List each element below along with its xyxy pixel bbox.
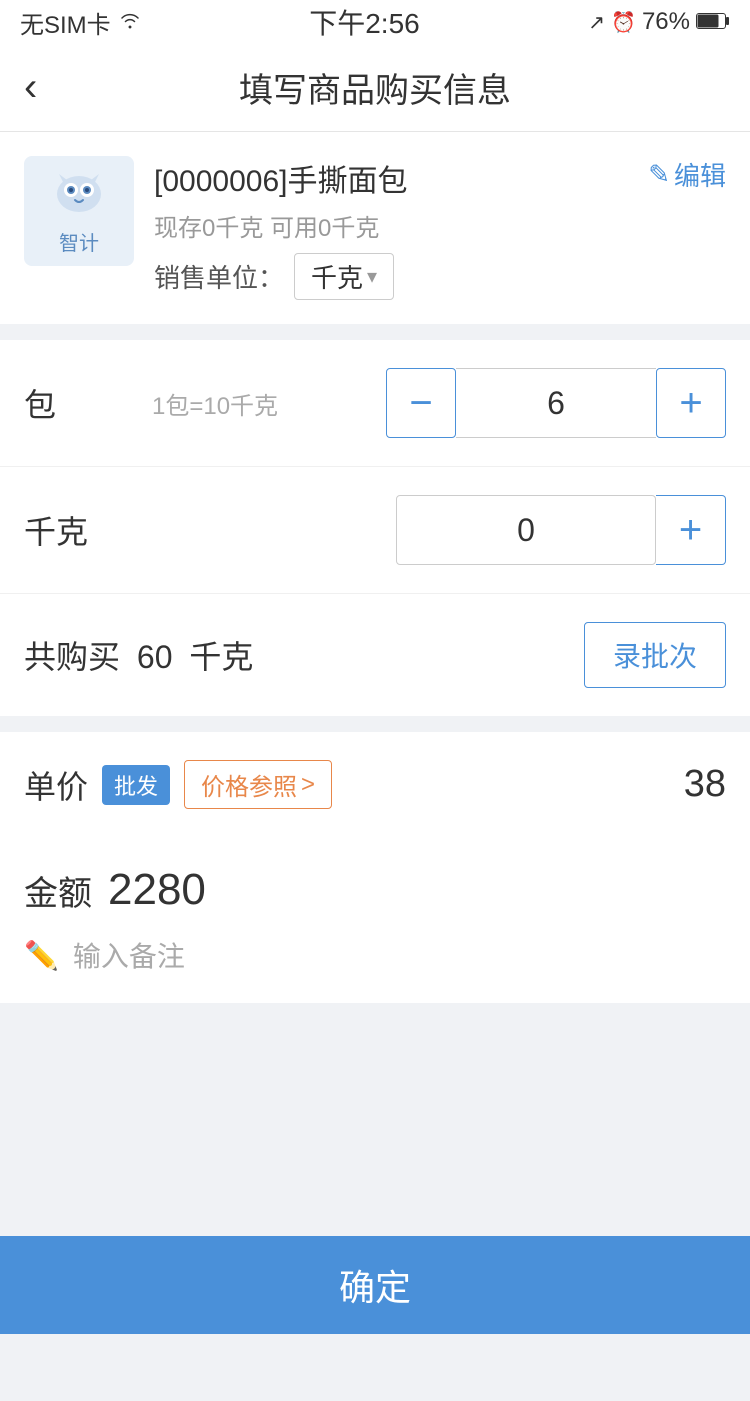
edit-button[interactable]: ✎ 编辑 — [648, 156, 726, 193]
confirm-label: 确定 — [339, 1259, 411, 1311]
total-text: 共购买 60 千克 — [24, 632, 253, 678]
confirm-button[interactable]: 确定 — [0, 1236, 750, 1334]
product-stock: 现存0千克 可用0千克 — [154, 208, 726, 243]
amount-label: 金额 — [24, 866, 92, 915]
location-icon: ↗ — [588, 10, 605, 35]
status-bar: 无SIM卡 下午2:56 ↗ ⏰ 76% — [0, 0, 750, 44]
quantities-section: 包 1包=10千克 − + 千克 + 共购买 60 千克 — [0, 340, 750, 716]
price-row: 单价 批发 价格参照 > 38 — [24, 760, 726, 809]
wifi-icon — [119, 8, 141, 36]
record-batch-label: 录批次 — [613, 641, 697, 672]
status-time: 下午2:56 — [309, 2, 420, 42]
qty-row-kg: 千克 + — [0, 467, 750, 593]
edit-label: 编辑 — [674, 156, 726, 193]
qty-plus-bao[interactable]: + — [656, 368, 726, 438]
product-name: [0000006]手撕面包 — [154, 156, 407, 200]
product-unit-row: 销售单位： 千克 ▾ — [154, 253, 726, 300]
unit-arrow-icon: ▾ — [367, 264, 377, 289]
separator-1 — [0, 716, 750, 732]
product-thumbnail: 智计 — [24, 156, 134, 266]
minus-icon: − — [409, 381, 432, 426]
back-icon: ‹ — [24, 65, 37, 109]
battery-icon — [696, 8, 730, 36]
amount-value: 2280 — [108, 865, 206, 915]
status-left: 无SIM卡 — [20, 5, 141, 40]
qty-row-bao: 包 1包=10千克 − + — [0, 340, 750, 467]
qty-label-kg: 千克 — [24, 507, 144, 553]
remark-placeholder: 输入备注 — [73, 935, 185, 975]
back-button[interactable]: ‹ — [24, 65, 37, 110]
total-row: 共购买 60 千克 录批次 — [0, 593, 750, 716]
plus-icon: + — [679, 381, 702, 426]
qty-control-bao: − + — [386, 368, 726, 438]
record-batch-button[interactable]: 录批次 — [584, 622, 726, 688]
nav-bar: ‹ 填写商品购买信息 — [0, 44, 750, 132]
battery-label: 76% — [642, 8, 690, 36]
price-ref-button[interactable]: 价格参照 > — [184, 760, 332, 809]
qty-control-kg: + — [396, 495, 726, 565]
product-info: [0000006]手撕面包 ✎ 编辑 现存0千克 可用0千克 销售单位： 千克 … — [154, 156, 726, 300]
qty-input-bao[interactable] — [456, 368, 656, 438]
unit-value: 千克 — [311, 258, 363, 295]
alarm-icon: ⏰ — [611, 10, 636, 35]
remark-icon: ✏️ — [24, 939, 59, 972]
page-title: 填写商品购买信息 — [239, 63, 511, 112]
qty-label-bao: 包 — [24, 380, 144, 426]
price-label: 单价 — [24, 762, 88, 808]
price-value: 38 — [684, 763, 726, 806]
price-tag: 批发 — [102, 765, 170, 805]
amount-section: 金额 2280 ✏️ 输入备注 — [0, 837, 750, 1003]
price-section: 单价 批发 价格参照 > 38 — [0, 732, 750, 837]
unit-select[interactable]: 千克 ▾ — [294, 253, 394, 300]
qty-input-kg[interactable] — [396, 495, 656, 565]
status-right: ↗ ⏰ 76% — [588, 8, 730, 36]
carrier-label: 无SIM卡 — [20, 5, 111, 40]
price-ref-arrow-icon: > — [301, 771, 315, 799]
qty-sublabel-bao: 1包=10千克 — [152, 386, 278, 421]
qty-minus-bao[interactable]: − — [386, 368, 456, 438]
amount-row: 金额 2280 — [24, 865, 726, 935]
unit-label: 销售单位： — [154, 258, 284, 295]
qty-plus-kg[interactable]: + — [656, 495, 726, 565]
edit-icon: ✎ — [648, 159, 670, 190]
product-card: 智计 [0000006]手撕面包 ✎ 编辑 现存0千克 可用0千克 销售单位： … — [0, 132, 750, 324]
remark-row[interactable]: ✏️ 输入备注 — [24, 935, 726, 1003]
product-thumb-text: 智计 — [49, 227, 109, 256]
price-ref-label: 价格参照 — [201, 767, 297, 802]
plus-icon-kg: + — [679, 508, 702, 553]
